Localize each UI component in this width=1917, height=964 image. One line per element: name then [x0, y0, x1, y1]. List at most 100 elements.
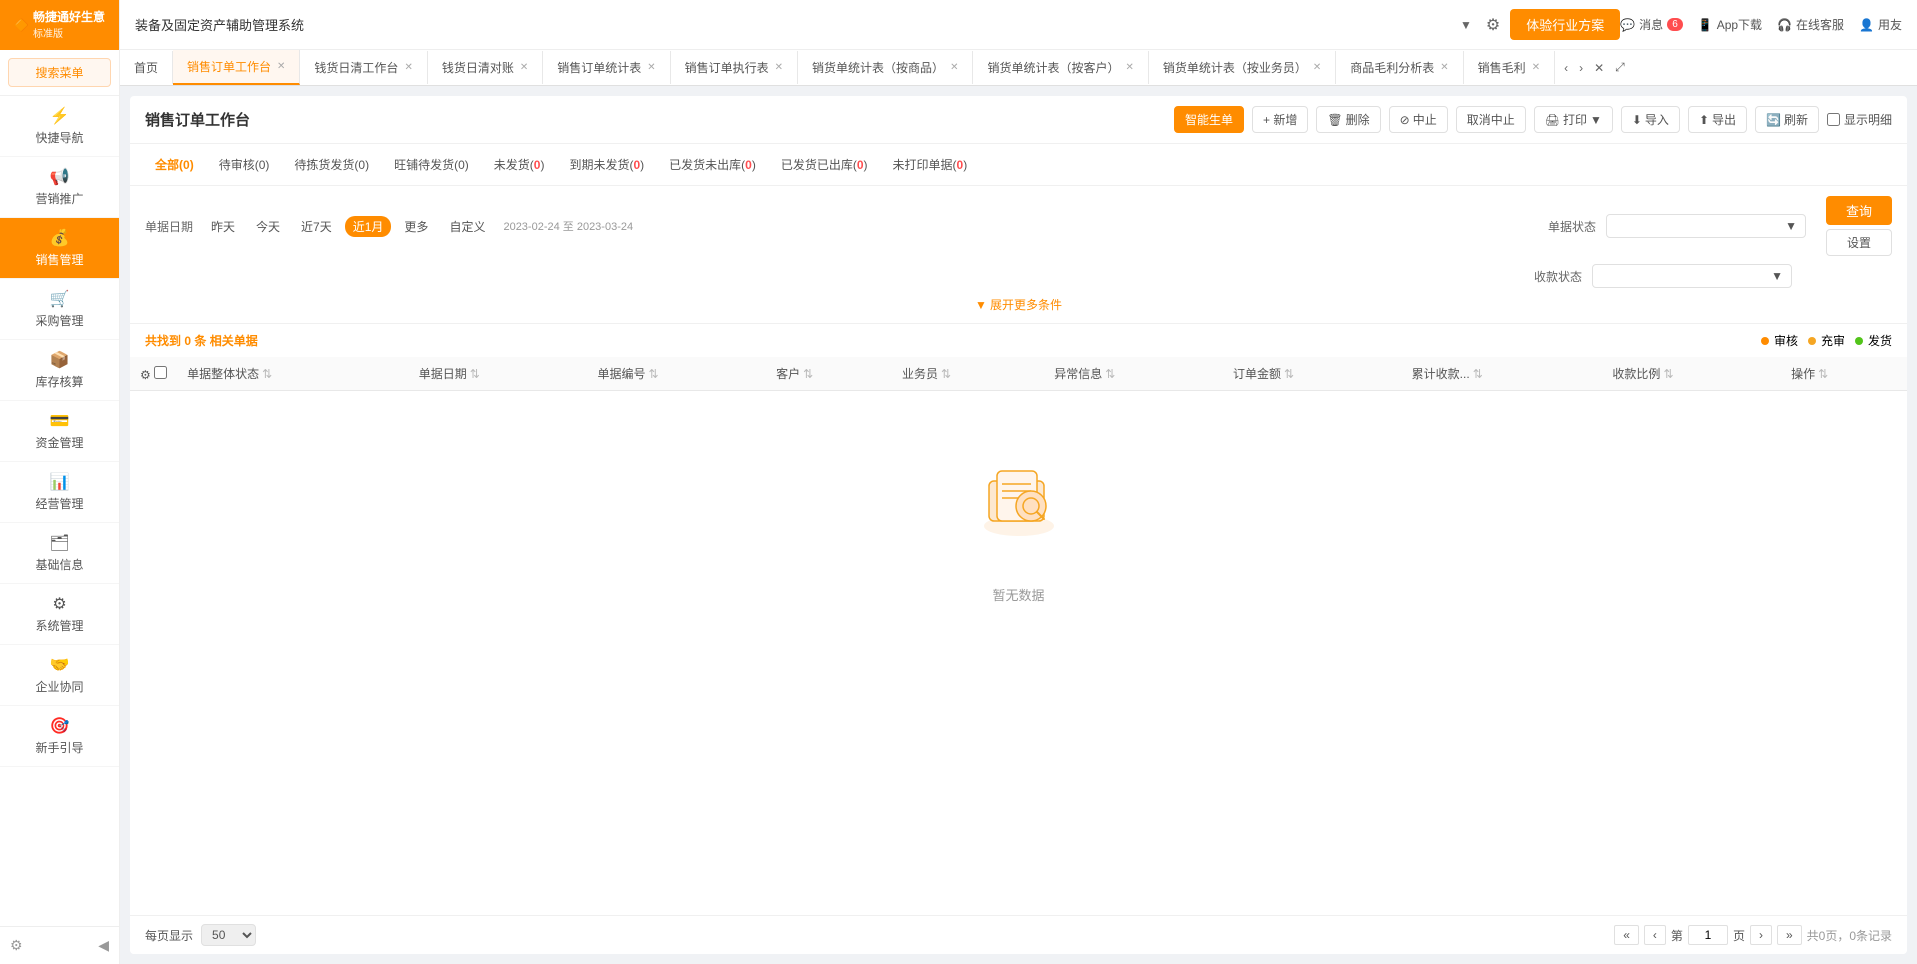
date-option-自定义[interactable]: 自定义 — [441, 216, 493, 237]
tabs-prev-btn[interactable]: ‹ — [1560, 57, 1572, 79]
last-page-button[interactable]: » — [1777, 925, 1802, 945]
sub-tab-全部[interactable]: 全部(0) — [145, 152, 204, 177]
sidebar-item-system[interactable]: ⚙系统管理 — [0, 584, 119, 645]
tab-close-sales-profit[interactable]: ✕ — [1532, 62, 1540, 73]
tab-close-sales-staff-stats[interactable]: ✕ — [1313, 62, 1321, 73]
th-累计收款...[interactable]: 累计收款...⇅ — [1402, 357, 1603, 391]
tab-gross-profit[interactable]: 商品毛利分析表✕ — [1336, 51, 1463, 84]
trial-btn[interactable]: 体验行业方案 — [1510, 9, 1620, 40]
sidebar-item-inventory[interactable]: 📦库存核算 — [0, 340, 119, 401]
stop-button[interactable]: ⊘ 中止 — [1389, 106, 1448, 133]
tab-sales-product-stats[interactable]: 销货单统计表（按商品）✕ — [798, 51, 973, 84]
th-收款比例[interactable]: 收款比例⇅ — [1602, 357, 1781, 391]
delete-button[interactable]: 🗑 删除 — [1316, 106, 1380, 133]
tabs-fullscreen-btn[interactable]: ⤢ — [1611, 56, 1629, 79]
expand-button[interactable]: ▼ 展开更多条件 — [975, 296, 1062, 313]
query-button[interactable]: 查询 — [1826, 196, 1892, 225]
sidebar-item-guide[interactable]: 🎯新手引导 — [0, 706, 119, 767]
th-订单金额[interactable]: 订单金额⇅ — [1223, 357, 1402, 391]
sidebar-item-enterprise[interactable]: 🤝企业协同 — [0, 645, 119, 706]
tab-sales-profit[interactable]: 销售毛利✕ — [1464, 51, 1555, 84]
refresh-button[interactable]: 🔄 刷新 — [1755, 106, 1819, 133]
tab-sales-execute[interactable]: 销售订单执行表✕ — [671, 51, 798, 84]
search-menu-button[interactable]: 搜索菜单 — [8, 58, 111, 87]
send-action[interactable]: 发货 — [1855, 332, 1892, 349]
table-scroll[interactable]: ⚙ 单据整体状态⇅单据日期⇅单据编号⇅客户⇅业务员⇅异常信息⇅订单金额⇅累计收款… — [130, 357, 1907, 915]
user-button[interactable]: 👤 用友 — [1859, 16, 1902, 33]
tab-close-sales-product-stats[interactable]: ✕ — [950, 62, 958, 73]
sub-tab-未打印单据[interactable]: 未打印单据(0) — [883, 152, 978, 177]
sub-tab-旺铺待发货[interactable]: 旺铺待发货(0) — [384, 152, 479, 177]
th-单据整体状态[interactable]: 单据整体状态⇅ — [177, 357, 409, 391]
import-button[interactable]: ⬇ 导入 — [1621, 106, 1680, 133]
sub-tab-未发货[interactable]: 未发货(0) — [484, 152, 555, 177]
tab-close-cash-daily[interactable]: ✕ — [404, 62, 412, 73]
sidebar-settings-icon[interactable]: ⚙ — [10, 937, 23, 954]
tab-home[interactable]: 首页 — [120, 51, 173, 84]
tab-sales-customer-stats[interactable]: 销货单统计表（按客户）✕ — [973, 51, 1148, 84]
page-number-input[interactable] — [1688, 925, 1728, 945]
sub-tab-已发货已出库[interactable]: 已发货已出库(0) — [771, 152, 878, 177]
system-dropdown[interactable]: ▼ — [1460, 18, 1476, 32]
date-option-更多[interactable]: 更多 — [396, 216, 436, 237]
payment-select[interactable]: ▼ — [1592, 264, 1792, 288]
tab-sales-order-workbench[interactable]: 销售订单工作台✕ — [173, 50, 300, 85]
tabs-close-all-btn[interactable]: ✕ — [1590, 57, 1608, 79]
date-option-近1月[interactable]: 近1月 — [345, 216, 392, 237]
tab-close-cash-reconcile[interactable]: ✕ — [520, 62, 528, 73]
sidebar-collapse-icon[interactable]: ◀ — [98, 937, 109, 954]
sub-tab-待拣货发货[interactable]: 待拣货发货(0) — [284, 152, 379, 177]
th-单据编号[interactable]: 单据编号⇅ — [587, 357, 766, 391]
export-icon: ⬆ — [1699, 113, 1709, 127]
cancel-action[interactable]: 充审 — [1808, 332, 1845, 349]
th-异常信息[interactable]: 异常信息⇅ — [1044, 357, 1223, 391]
print-button[interactable]: 🖨 打印 ▼ — [1534, 106, 1613, 133]
sidebar-item-finance[interactable]: 💳资金管理 — [0, 401, 119, 462]
th-单据日期[interactable]: 单据日期⇅ — [409, 357, 588, 391]
topbar-settings-icon[interactable]: ⚙ — [1486, 15, 1500, 35]
sidebar-item-quick-nav[interactable]: ⚡快捷导航 — [0, 96, 119, 157]
smart-create-button[interactable]: 智能生单 — [1174, 106, 1244, 133]
settings-cols-icon[interactable]: ⚙ — [140, 368, 151, 382]
status-select[interactable]: ▼ — [1606, 214, 1806, 238]
sub-tab-待审核[interactable]: 待审核(0) — [209, 152, 280, 177]
th-业务员[interactable]: 业务员⇅ — [892, 357, 1044, 391]
settings-filter-button[interactable]: 设置 — [1826, 229, 1892, 256]
show-detail-checkbox[interactable] — [1827, 113, 1840, 126]
sidebar-item-purchase[interactable]: 🛒采购管理 — [0, 279, 119, 340]
date-option-昨天[interactable]: 昨天 — [203, 216, 243, 237]
review-action[interactable]: 审核 — [1761, 332, 1798, 349]
sidebar-item-sales[interactable]: 💰销售管理 — [0, 218, 119, 279]
next-page-button[interactable]: › — [1750, 925, 1772, 945]
online-service-button[interactable]: 🎧 在线客服 — [1777, 16, 1844, 33]
sidebar-item-base-info[interactable]: 🗂基础信息 — [0, 523, 119, 584]
tabs-next-btn[interactable]: › — [1575, 57, 1587, 79]
new-button[interactable]: + 新增 — [1252, 106, 1308, 133]
export-button[interactable]: ⬆ 导出 — [1688, 106, 1747, 133]
sub-tab-已发货未出库[interactable]: 已发货未出库(0) — [659, 152, 766, 177]
sidebar-item-operations[interactable]: 📊经营管理 — [0, 462, 119, 523]
tab-close-sales-order-workbench[interactable]: ✕ — [277, 61, 285, 72]
date-option-近7天[interactable]: 近7天 — [293, 216, 340, 237]
tab-close-sales-customer-stats[interactable]: ✕ — [1125, 62, 1133, 73]
tab-close-gross-profit[interactable]: ✕ — [1440, 62, 1448, 73]
tab-close-sales-stats[interactable]: ✕ — [647, 62, 655, 73]
tab-sales-stats[interactable]: 销售订单统计表✕ — [543, 51, 670, 84]
sub-tab-到期未发货[interactable]: 到期未发货(0) — [559, 152, 654, 177]
cancel-stop-button[interactable]: 取消中止 — [1456, 106, 1526, 133]
select-all-checkbox[interactable] — [154, 366, 167, 379]
first-page-button[interactable]: « — [1614, 925, 1639, 945]
sidebar-item-marketing[interactable]: 📢营销推广 — [0, 157, 119, 218]
app-download-button[interactable]: 📱 App下载 — [1698, 16, 1762, 33]
show-detail-checkbox-label[interactable]: 显示明细 — [1827, 111, 1892, 128]
th-操作[interactable]: 操作⇅ — [1781, 357, 1907, 391]
th-客户[interactable]: 客户⇅ — [766, 357, 892, 391]
per-page-select[interactable]: 50 100 200 — [201, 924, 256, 946]
tab-sales-staff-stats[interactable]: 销货单统计表（按业务员）✕ — [1149, 51, 1336, 84]
tab-cash-reconcile[interactable]: 钱货日清对账✕ — [428, 51, 543, 84]
prev-page-button[interactable]: ‹ — [1644, 925, 1666, 945]
tab-close-sales-execute[interactable]: ✕ — [775, 62, 783, 73]
date-option-今天[interactable]: 今天 — [248, 216, 288, 237]
tab-cash-daily[interactable]: 钱货日清工作台✕ — [300, 51, 427, 84]
message-button[interactable]: 💬 消息 6 — [1620, 16, 1683, 33]
